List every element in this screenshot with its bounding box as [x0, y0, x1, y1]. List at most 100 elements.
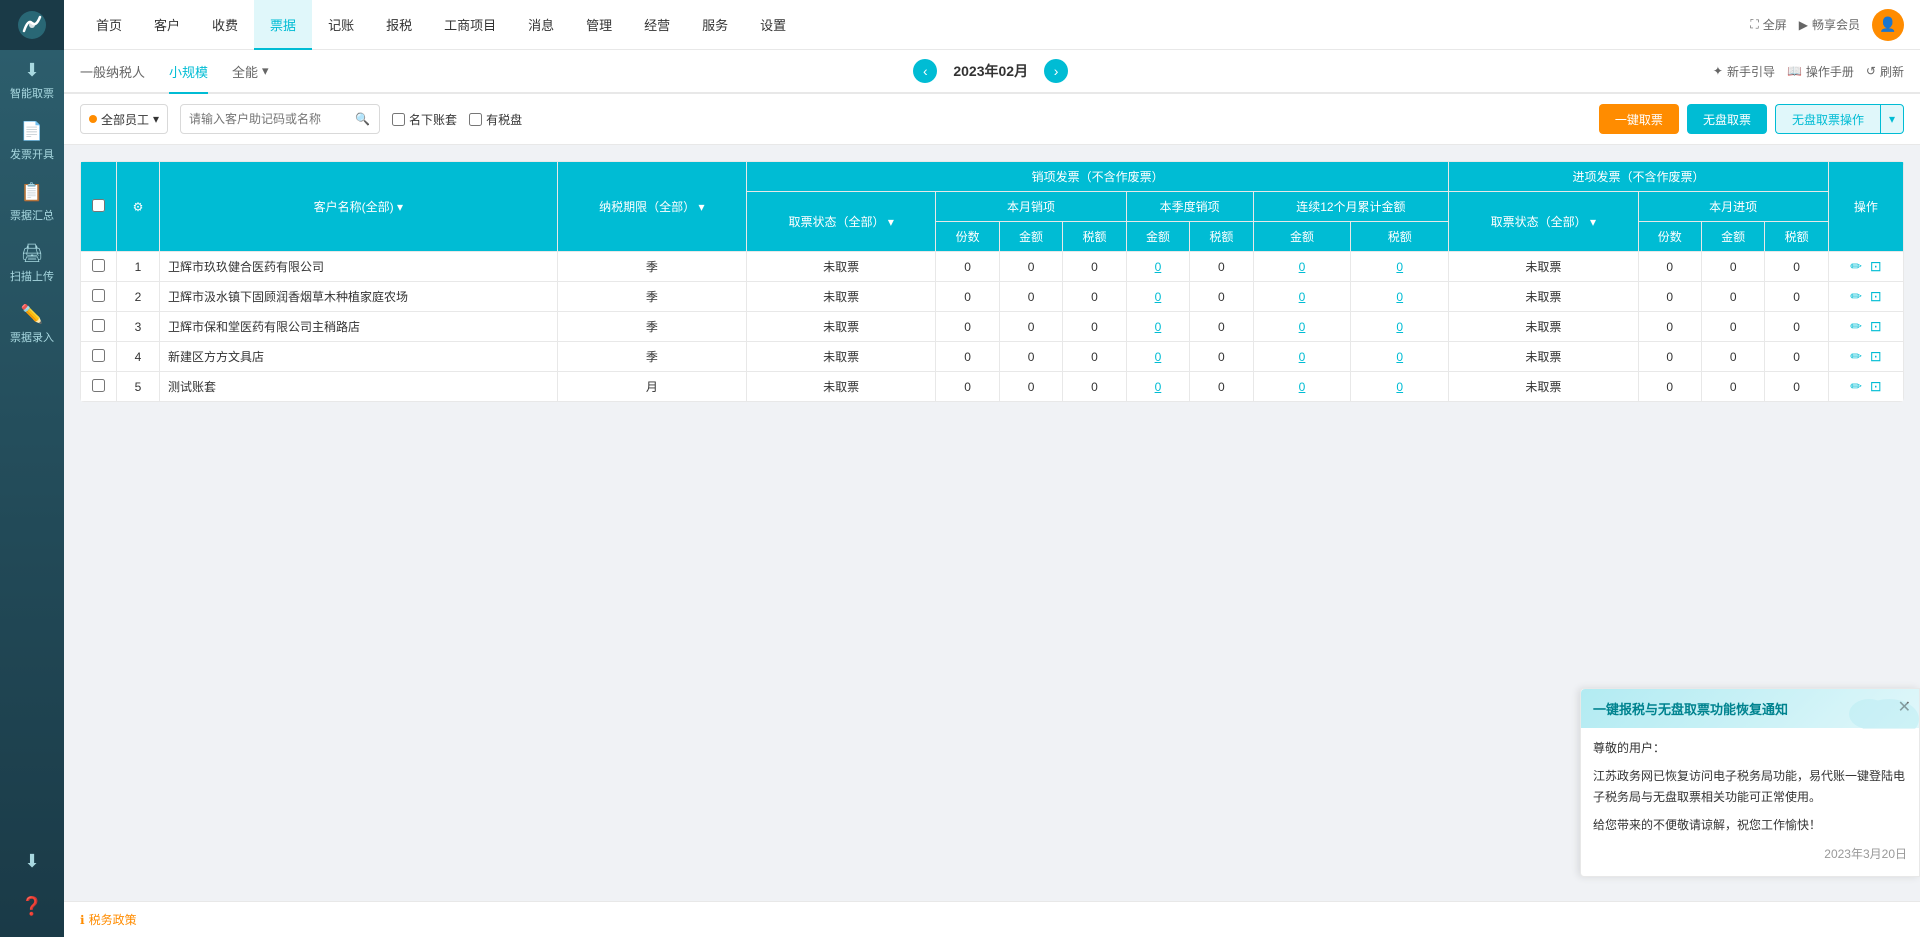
no-disk-ops-main[interactable]: 无盘取票操作 — [1775, 104, 1880, 134]
tax-disk-checkbox[interactable] — [469, 113, 482, 126]
row-month-shares-sales: 0 — [936, 282, 999, 312]
edit-icon[interactable]: ✏ — [1850, 348, 1862, 365]
nav-business[interactable]: 工商项目 — [428, 0, 512, 50]
nav-bookkeeping[interactable]: 记账 — [312, 0, 370, 50]
nav-client[interactable]: 客户 — [138, 0, 196, 50]
table-row: 4 新建区方方文具店 季 未取票 0 0 0 0 0 0 0 未取票 0 0 0… — [81, 342, 1904, 372]
one-click-btn[interactable]: 一键取票 — [1599, 104, 1679, 134]
nav-manage[interactable]: 管理 — [570, 0, 628, 50]
tab-all[interactable]: 全能 ▾ — [232, 50, 269, 94]
row-cum12-tax: 0 — [1351, 282, 1449, 312]
row-month-amount-sales: 0 — [999, 252, 1062, 282]
next-month-btn[interactable]: › — [1044, 59, 1068, 83]
prev-month-btn[interactable]: ‹ — [913, 59, 937, 83]
more-icon[interactable]: ⊡ — [1870, 288, 1882, 305]
search-icon[interactable]: 🔍 — [355, 112, 370, 126]
tab-small[interactable]: 小规模 — [169, 50, 208, 94]
tax-disk-checkbox-label[interactable]: 有税盘 — [469, 111, 522, 128]
search-input[interactable] — [189, 112, 349, 126]
more-icon[interactable]: ⊡ — [1870, 258, 1882, 275]
row-tax-period: 月 — [557, 372, 746, 402]
edit-icon[interactable]: ✏ — [1850, 318, 1862, 335]
guide-btn[interactable]: ✦ 新手引导 — [1713, 63, 1775, 80]
row-fetch-status-sales: 未取票 — [747, 312, 936, 342]
table-row: 2 卫辉市汲水镇下固顾润香烟草木种植家庭农场 季 未取票 0 0 0 0 0 0… — [81, 282, 1904, 312]
refresh-btn[interactable]: ↺ 刷新 — [1866, 63, 1904, 80]
nav-message[interactable]: 消息 — [512, 0, 570, 50]
nav-settings[interactable]: 设置 — [744, 0, 802, 50]
nav-billing[interactable]: 收费 — [196, 0, 254, 50]
invoice-summary-icon: 📋 — [21, 182, 43, 203]
chevron-down-icon: ▾ — [262, 63, 269, 79]
row-quarter-amount-sales: 0 — [1126, 252, 1189, 282]
edit-icon[interactable]: ✏ — [1850, 288, 1862, 305]
no-disk-ops-arrow[interactable]: ▾ — [1880, 104, 1904, 134]
sidebar-bottom: ⬇ ❓ — [0, 841, 64, 937]
row-tax-period: 季 — [557, 312, 746, 342]
more-icon[interactable]: ⊡ — [1870, 318, 1882, 335]
no-disk-btn[interactable]: 无盘取票 — [1687, 104, 1767, 134]
sidebar-item-smart-fetch[interactable]: ⬇ 智能取票 — [0, 50, 64, 111]
help-icon: ❓ — [21, 896, 43, 917]
notification-date: 2023年3月20日 — [1593, 844, 1907, 866]
vip-btn[interactable]: ▶ 畅享会员 — [1799, 16, 1860, 33]
nav-operation[interactable]: 经营 — [628, 0, 686, 50]
star-icon: ✦ — [1713, 64, 1723, 78]
th-fetch-status-sales: 取票状态（全部） ▾ — [747, 192, 936, 252]
nav-items: 首页 客户 收费 票据 记账 报税 工商项目 消息 管理 经营 服务 设置 — [80, 0, 1750, 50]
row-checkbox[interactable] — [92, 349, 105, 362]
row-client: 卫辉市保和堂医药有限公司主稍路店 — [159, 312, 557, 342]
tab-bar: 一般纳税人 小规模 全能 ▾ ‹ 2023年02月 › ✦ 新手引导 📖 — [64, 50, 1920, 94]
nav-service[interactable]: 服务 — [686, 0, 744, 50]
row-checkbox[interactable] — [92, 289, 105, 302]
more-icon[interactable]: ⊡ — [1870, 348, 1882, 365]
employee-select[interactable]: 全部员工 ▾ — [80, 104, 168, 134]
account-checkbox-label[interactable]: 名下账套 — [392, 111, 457, 128]
edit-icon[interactable]: ✏ — [1850, 378, 1862, 395]
row-month-tax-sales: 0 — [1063, 282, 1126, 312]
row-quarter-tax-sales: 0 — [1190, 342, 1253, 372]
account-checkbox[interactable] — [392, 113, 405, 126]
select-all-checkbox[interactable] — [92, 199, 105, 212]
th-12month: 连续12个月累计金额 — [1253, 192, 1449, 222]
toolbar-right: 一键取票 无盘取票 无盘取票操作 ▾ — [1599, 104, 1904, 134]
row-num: 4 — [117, 342, 160, 372]
row-client: 卫辉市玖玖健合医药有限公司 — [159, 252, 557, 282]
nav-tax[interactable]: 报税 — [370, 0, 428, 50]
nav-home[interactable]: 首页 — [80, 0, 138, 50]
sidebar: ⬇ 智能取票 📄 发票开具 📋 票据汇总 🖨 扫描上传 ✏️ 票据录入 ⬇ ❓ — [0, 0, 64, 937]
tax-policy-link[interactable]: 税务政策 — [89, 911, 137, 928]
row-checkbox[interactable] — [92, 259, 105, 272]
notification-panel: 一键报税与无盘取票功能恢复通知 ✕ 尊敬的用户： 江苏政务网已恢复访问电子税务局… — [1580, 688, 1920, 877]
chevron-down-icon: ▾ — [153, 112, 159, 126]
no-disk-ops: 无盘取票操作 ▾ — [1775, 104, 1904, 134]
sidebar-item-help[interactable]: ❓ — [0, 886, 64, 927]
manual-btn[interactable]: 📖 操作手册 — [1787, 63, 1854, 80]
row-quarter-tax-sales: 0 — [1190, 252, 1253, 282]
edit-icon[interactable]: ✏ — [1850, 258, 1862, 275]
sidebar-item-issue-invoice[interactable]: 📄 发票开具 — [0, 111, 64, 172]
row-month-shares-sales: 0 — [936, 342, 999, 372]
nav-invoice[interactable]: 票据 — [254, 0, 312, 50]
table-row: 1 卫辉市玖玖健合医药有限公司 季 未取票 0 0 0 0 0 0 0 未取票 … — [81, 252, 1904, 282]
row-month-amount-purchase: 0 — [1701, 372, 1764, 402]
tab-general[interactable]: 一般纳税人 — [80, 50, 145, 94]
row-cum12-amount: 0 — [1253, 372, 1351, 402]
row-cum12-tax: 0 — [1351, 252, 1449, 282]
row-checkbox-cell — [81, 282, 117, 312]
row-quarter-amount-sales: 0 — [1126, 282, 1189, 312]
user-avatar[interactable]: 👤 — [1872, 9, 1904, 41]
row-fetch-status-sales: 未取票 — [747, 252, 936, 282]
fullscreen-btn[interactable]: ⛶ 全屏 — [1750, 16, 1786, 33]
th-current-month-purchase: 本月进项 — [1638, 192, 1828, 222]
sidebar-item-scan-upload[interactable]: 🖨 扫描上传 — [0, 233, 64, 294]
row-checkbox[interactable] — [92, 319, 105, 332]
more-icon[interactable]: ⊡ — [1870, 378, 1882, 395]
sidebar-item-invoice-summary[interactable]: 📋 票据汇总 — [0, 172, 64, 233]
row-tax-period: 季 — [557, 252, 746, 282]
row-num: 5 — [117, 372, 160, 402]
sidebar-item-invoice-entry[interactable]: ✏️ 票据录入 — [0, 294, 64, 355]
row-checkbox[interactable] — [92, 379, 105, 392]
refresh-icon: ↺ — [1866, 64, 1876, 78]
sidebar-item-download[interactable]: ⬇ — [0, 841, 64, 882]
